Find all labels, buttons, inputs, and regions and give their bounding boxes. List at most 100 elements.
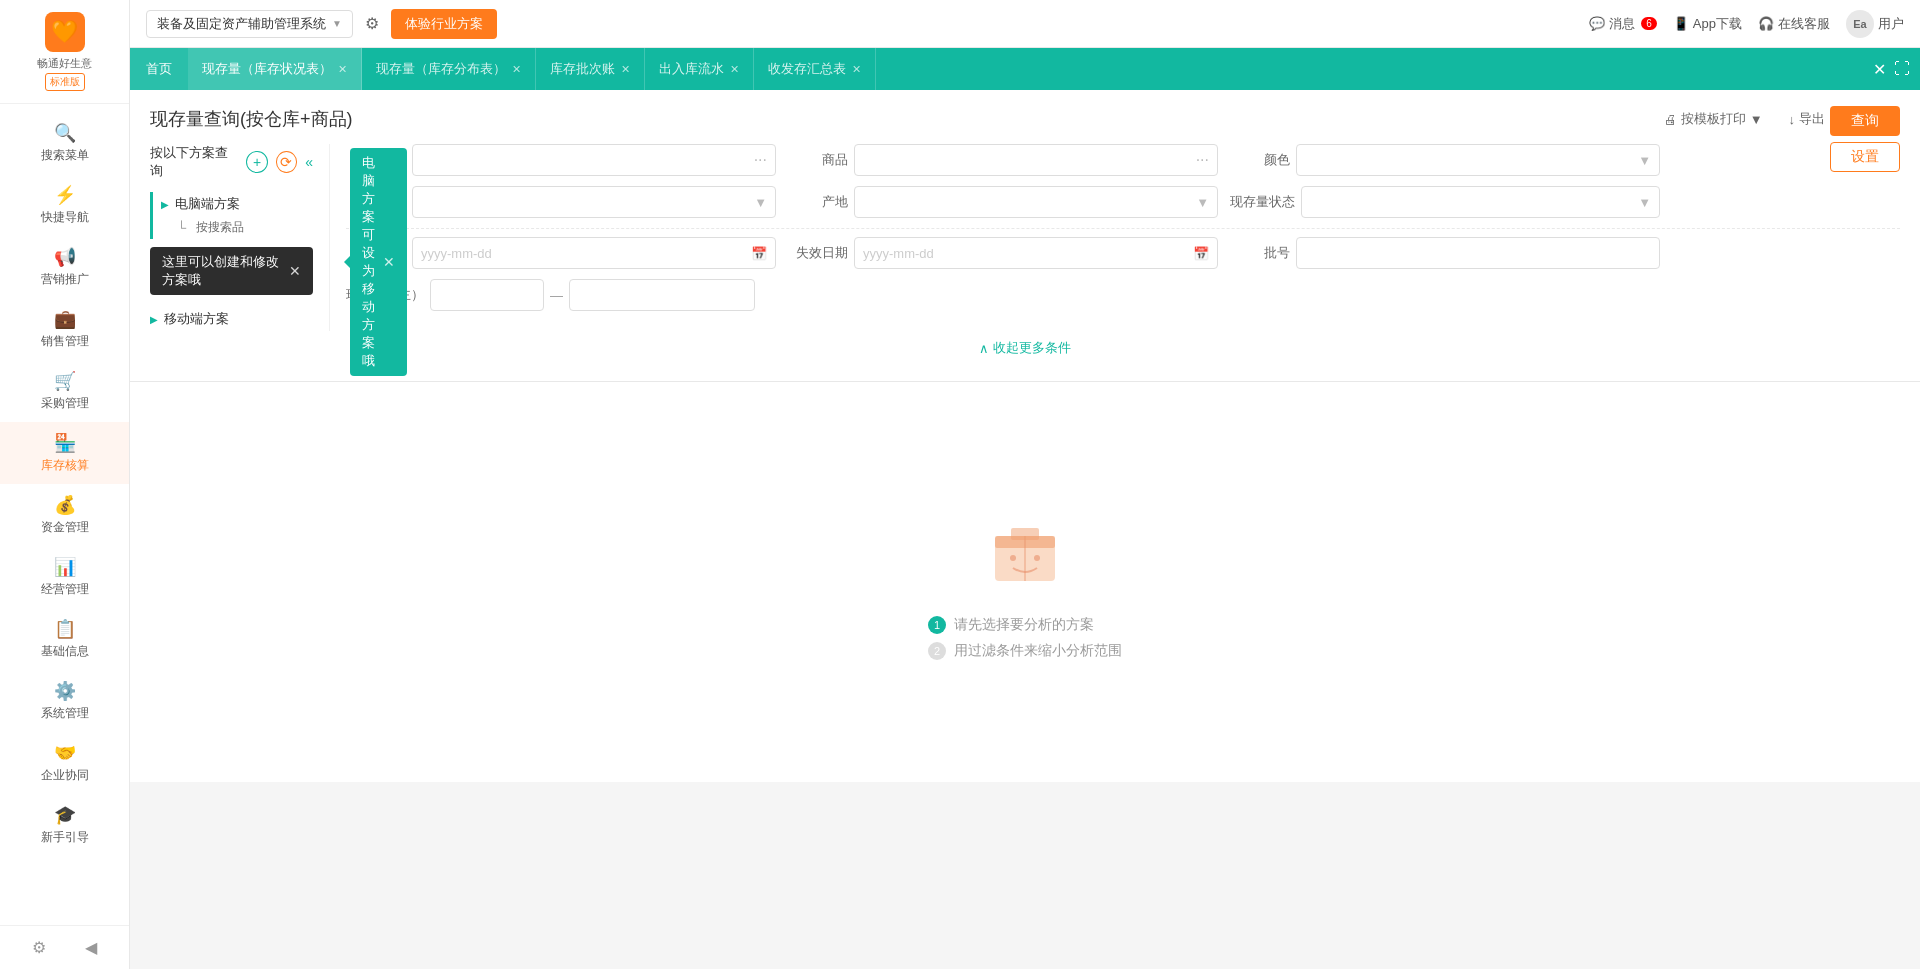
export-icon: ↓ (1789, 112, 1796, 127)
mobile-scheme-expand-icon[interactable]: ▶ (150, 314, 158, 325)
tab-close-batch-ledger[interactable]: ✕ (621, 63, 630, 76)
tab-inventory-dist[interactable]: 现存量（库存分布表） ✕ (362, 48, 536, 90)
sidebar-item-finance[interactable]: 💰 资金管理 (0, 484, 129, 546)
pc-scheme-expand-icon[interactable]: ▶ (161, 199, 169, 210)
industry-btn[interactable]: 体验行业方案 (391, 9, 497, 39)
edit-scheme-btn[interactable]: ⟳ (276, 151, 297, 173)
size-select[interactable]: ▼ (412, 186, 776, 218)
query-btn[interactable]: 查询 (1830, 106, 1900, 136)
goods-dots: ··· (1196, 151, 1209, 169)
content-area: 现存量查询(按仓库+商品) 🖨 按模板打印 ▼ ↓ 导出 ↻ 刷新 (130, 90, 1920, 969)
stock-max-input[interactable] (569, 279, 755, 311)
filter-header: 按以下方案查询 + ⟳ « (150, 144, 313, 180)
size-arrow-icon: ▼ (754, 195, 767, 210)
batch-input[interactable] (1296, 237, 1660, 269)
pc-scheme-row: ▶ 电脑端方案 (161, 192, 313, 216)
print-icon: 🖨 (1664, 112, 1677, 127)
tab-fullscreen-icon[interactable]: ⛶ (1894, 60, 1910, 78)
stock-status-select[interactable]: ▼ (1301, 186, 1660, 218)
produce-date-calendar-icon: 📅 (751, 246, 767, 261)
pc-scheme-sub-row: └ 按搜索品 (177, 216, 313, 239)
sidebar-item-search[interactable]: 🔍 搜索菜单 (0, 112, 129, 174)
svg-rect-3 (1011, 528, 1039, 540)
tab-close-inventory-dist[interactable]: ✕ (512, 63, 521, 76)
sidebar-item-sales[interactable]: 💼 销售管理 (0, 298, 129, 360)
settings-bottom-icon[interactable]: ⚙ (32, 938, 46, 957)
tab-close-inout-flow[interactable]: ✕ (730, 63, 739, 76)
filter-row-3: 生产日期 yyyy-mm-dd 📅 失效日期 yyyy-mm-dd 📅 (346, 237, 1900, 269)
sidebar: 🧡 畅通好生意 标准版 🔍 搜索菜单 ⚡ 快捷导航 📢 营销推广 💼 销售管理 … (0, 0, 130, 969)
tab-close-all-icon[interactable]: ✕ (1873, 60, 1886, 79)
empty-steps: 1 请先选择要分析的方案 2 用过滤条件来缩小分析范围 (928, 616, 1122, 668)
indent-icon: └ (177, 220, 186, 235)
tooltip2: 这里可以创建和修改方案哦 ✕ (150, 247, 313, 295)
collapse-btn[interactable]: ∧ 收起更多条件 (150, 331, 1900, 365)
stock-status-arrow-icon: ▼ (1638, 195, 1651, 210)
step1-num: 1 (928, 616, 946, 634)
sidebar-item-marketing[interactable]: 📢 营销推广 (0, 236, 129, 298)
sidebar-item-enterprise[interactable]: 🤝 企业协同 (0, 732, 129, 794)
scheme-panel: 按以下方案查询 + ⟳ « 电脑方案可设为移动方案哦 ✕ (150, 144, 330, 331)
sidebar-nav: 🔍 搜索菜单 ⚡ 快捷导航 📢 营销推广 💼 销售管理 🛒 采购管理 🏪 库存核… (0, 104, 129, 925)
expire-date-input[interactable]: yyyy-mm-dd 📅 (854, 237, 1218, 269)
basic-icon: 📋 (54, 618, 76, 640)
stock-min-input[interactable] (430, 279, 544, 311)
filter-area: 现存量查询(按仓库+商品) 🖨 按模板打印 ▼ ↓ 导出 ↻ 刷新 (130, 90, 1920, 382)
sidebar-bottom: ⚙ ◀ (0, 925, 129, 969)
empty-state: 1 请先选择要分析的方案 2 用过滤条件来缩小分析范围 (908, 416, 1142, 748)
support-icon: 🎧 (1758, 16, 1774, 31)
page-title: 现存量查询(按仓库+商品) (150, 107, 353, 131)
scheme-arrow-icon[interactable]: « (305, 154, 313, 170)
purchase-icon: 🛒 (54, 370, 76, 392)
filter-row-4: 现存量（主） — (346, 279, 1900, 311)
tab-close-receive-summary[interactable]: ✕ (852, 63, 861, 76)
tab-inout-flow[interactable]: 出入库流水 ✕ (645, 48, 754, 90)
tab-home[interactable]: 首页 (130, 48, 188, 90)
online-support-item[interactable]: 🎧 在线客服 (1758, 15, 1830, 33)
export-btn[interactable]: ↓ 导出 (1781, 106, 1834, 132)
tab-close-inventory-status[interactable]: ✕ (338, 63, 347, 76)
sidebar-item-purchase[interactable]: 🛒 采购管理 (0, 360, 129, 422)
user-item[interactable]: Ea 用户 (1846, 10, 1904, 38)
reset-btn[interactable]: 设置 (1830, 142, 1900, 172)
header-settings-icon[interactable]: ⚙ (365, 14, 379, 33)
system-icon: ⚙️ (54, 680, 76, 702)
tooltip2-close[interactable]: ✕ (289, 263, 301, 279)
warehouse-select[interactable]: ··· (412, 144, 776, 176)
guide-icon: 🎓 (54, 804, 76, 826)
origin-select[interactable]: ▼ (854, 186, 1218, 218)
logo-badge: 标准版 (45, 73, 85, 91)
mobile-scheme-section: ▶ 移动端方案 (150, 307, 313, 331)
collapse-sidebar-icon[interactable]: ◀ (85, 938, 97, 957)
main-content: 装备及固定资产辅助管理系统 ▼ ⚙ 体验行业方案 💬 消息 6 📱 App下载 … (130, 0, 1920, 969)
system-selector[interactable]: 装备及固定资产辅助管理系统 ▼ (146, 10, 353, 38)
expire-date-calendar-icon: 📅 (1193, 246, 1209, 261)
search-btn-area: 查询 设置 (1830, 106, 1900, 172)
pc-scheme-section: ▶ 电脑端方案 └ 按搜索品 (150, 192, 313, 239)
tab-inventory-status[interactable]: 现存量（库存状况表） ✕ (188, 48, 362, 90)
produce-date-input[interactable]: yyyy-mm-dd 📅 (412, 237, 776, 269)
app-download-item[interactable]: 📱 App下载 (1673, 15, 1742, 33)
tab-batch-ledger[interactable]: 库存批次账 ✕ (536, 48, 645, 90)
sidebar-item-guide[interactable]: 🎓 新手引导 (0, 794, 129, 856)
tab-receive-summary[interactable]: 收发存汇总表 ✕ (754, 48, 876, 90)
empty-state-area: 1 请先选择要分析的方案 2 用过滤条件来缩小分析范围 (130, 382, 1920, 782)
enterprise-icon: 🤝 (54, 742, 76, 764)
mobile-icon: 📱 (1673, 16, 1689, 31)
header-left: 装备及固定资产辅助管理系统 ▼ ⚙ 体验行业方案 (146, 9, 497, 39)
sidebar-item-system[interactable]: ⚙️ 系统管理 (0, 670, 129, 732)
sidebar-item-inventory[interactable]: 🏪 库存核算 (0, 422, 129, 484)
color-select[interactable]: ▼ (1296, 144, 1660, 176)
tooltip2-container: 这里可以创建和修改方案哦 ✕ (150, 247, 313, 295)
sidebar-item-quick[interactable]: ⚡ 快捷导航 (0, 174, 129, 236)
notifications-item[interactable]: 💬 消息 6 (1589, 15, 1657, 33)
pc-scheme-sub: └ 按搜索品 (161, 216, 313, 239)
tab-bar: 首页 现存量（库存状况表） ✕ 现存量（库存分布表） ✕ 库存批次账 ✕ 出入库… (130, 48, 1920, 90)
goods-select[interactable]: ··· (854, 144, 1218, 176)
add-scheme-btn[interactable]: + (246, 151, 267, 173)
print-btn[interactable]: 🖨 按模板打印 ▼ (1656, 106, 1771, 132)
sidebar-item-operation[interactable]: 📊 经营管理 (0, 546, 129, 608)
tooltip1-close[interactable]: ✕ (383, 254, 395, 270)
sidebar-item-basic[interactable]: 📋 基础信息 (0, 608, 129, 670)
origin-arrow-icon: ▼ (1196, 195, 1209, 210)
